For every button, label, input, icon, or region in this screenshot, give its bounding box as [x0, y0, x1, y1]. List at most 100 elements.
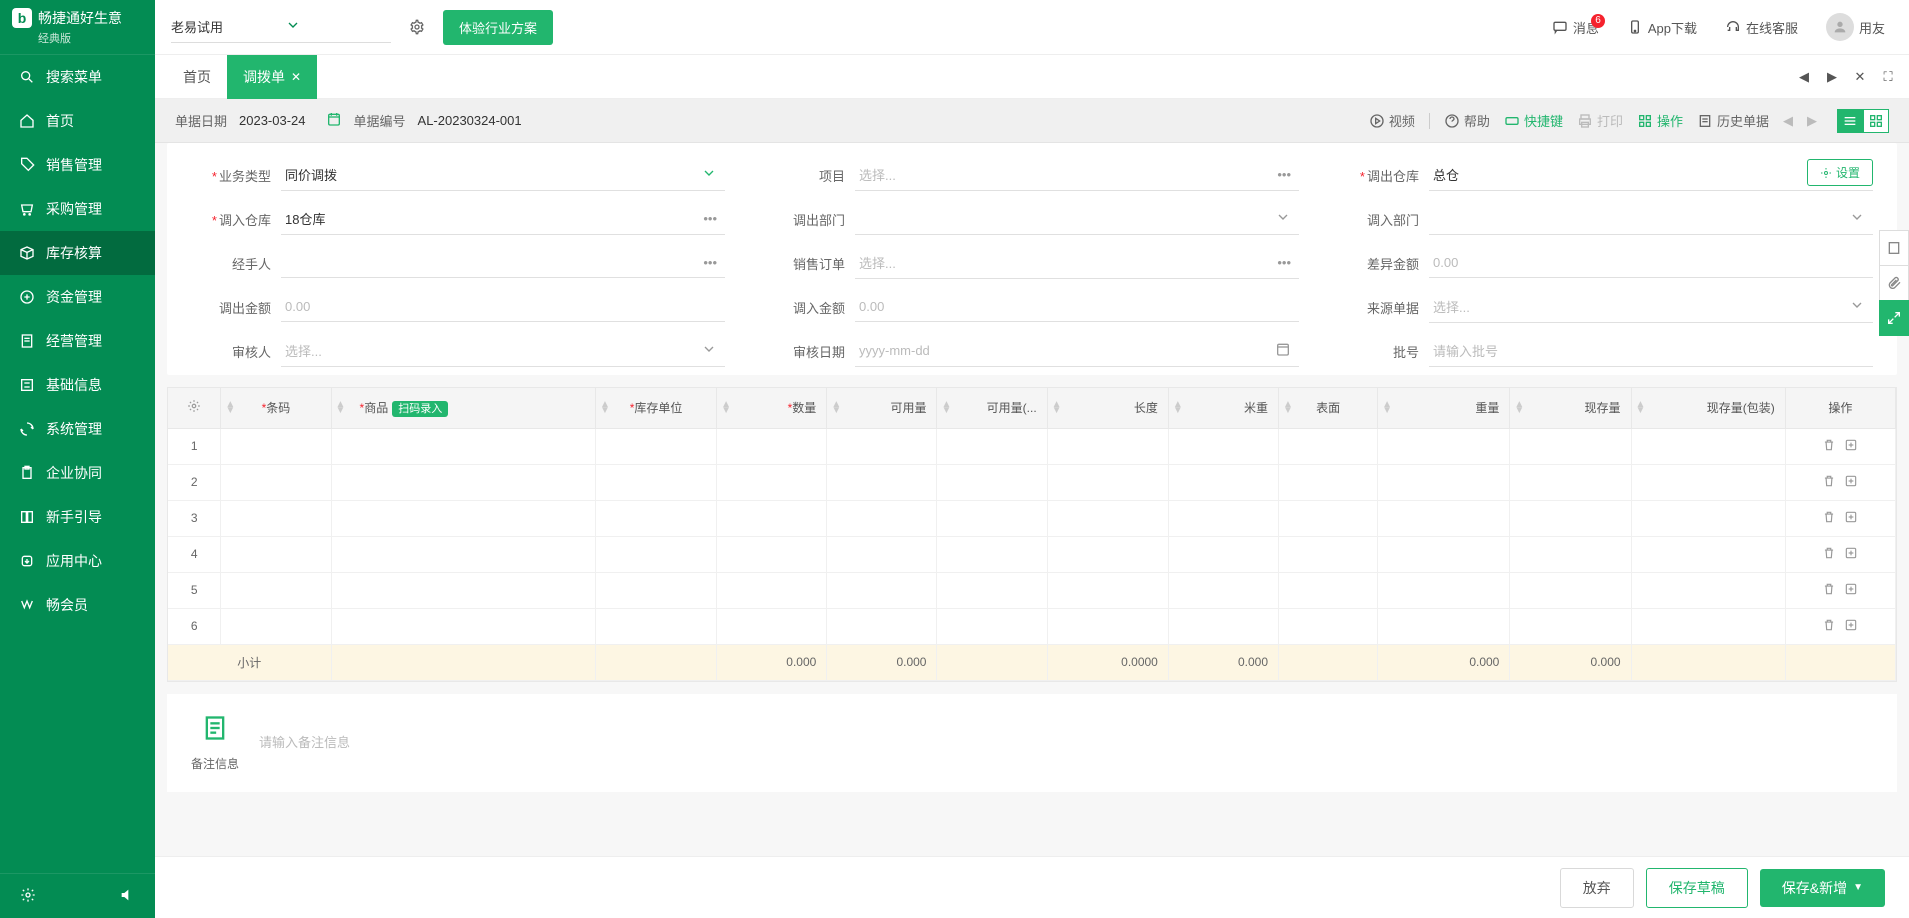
handler-select[interactable]: ••• [281, 248, 725, 278]
side-tab-form-icon[interactable] [1879, 230, 1909, 266]
view-list-icon[interactable] [1837, 109, 1863, 133]
nav-search[interactable]: 搜索菜单 [0, 55, 155, 99]
col-barcode[interactable]: ▲▼*条码 [221, 388, 331, 428]
volume-icon[interactable] [119, 887, 135, 906]
add-row-icon[interactable] [1844, 510, 1858, 527]
nav-guide[interactable]: 新手引导 [0, 495, 155, 539]
col-mweight[interactable]: ▲▼米重 [1168, 388, 1278, 428]
form-settings-button[interactable]: 设置 [1807, 159, 1873, 186]
table-row[interactable]: 2 [168, 464, 1896, 500]
remarks-input[interactable] [259, 727, 1873, 758]
in-dept-select[interactable] [1429, 203, 1873, 235]
col-avail-pkg[interactable]: ▲▼可用量(... [937, 388, 1047, 428]
sale-order-select[interactable]: 选择...••• [855, 247, 1299, 279]
tab-prev-icon[interactable]: ◀ [1791, 64, 1817, 90]
src-bill-select[interactable]: 选择... [1429, 291, 1873, 323]
nav-member[interactable]: 畅会员 [0, 583, 155, 627]
sale-order-placeholder: 选择... [859, 253, 1273, 272]
table-row[interactable]: 6 [168, 608, 1896, 644]
gear-icon[interactable] [20, 887, 36, 906]
nav-inventory[interactable]: 库存核算 [0, 231, 155, 275]
col-qty[interactable]: ▲▼*数量 [717, 388, 827, 428]
settings-gear-icon[interactable] [403, 13, 431, 41]
fullscreen-icon[interactable]: ⛶ [1875, 64, 1901, 90]
nav-sales[interactable]: 销售管理 [0, 143, 155, 187]
tab-transfer-bill[interactable]: 调拨单 ✕ [227, 55, 317, 99]
add-row-icon[interactable] [1844, 546, 1858, 563]
col-length[interactable]: ▲▼长度 [1047, 388, 1168, 428]
side-tab-attach-icon[interactable] [1879, 265, 1909, 301]
in-wh-select[interactable]: 18仓库••• [281, 203, 725, 235]
add-row-icon[interactable] [1844, 618, 1858, 635]
save-draft-button[interactable]: 保存草稿 [1646, 868, 1748, 908]
calendar-icon[interactable] [326, 111, 342, 130]
app-download-label: App下载 [1648, 18, 1697, 37]
close-icon[interactable]: ✕ [291, 55, 301, 99]
add-row-icon[interactable] [1844, 582, 1858, 599]
print-label: 打印 [1597, 111, 1623, 130]
save-new-button[interactable]: 保存&新增▼ [1760, 869, 1885, 907]
hotkey-button[interactable]: 快捷键 [1504, 111, 1563, 130]
video-button[interactable]: 视频 [1369, 111, 1415, 130]
side-tab-expand-icon[interactable] [1879, 300, 1909, 336]
next-bill-icon[interactable]: ▶ [1807, 113, 1817, 129]
tab-home[interactable]: 首页 [167, 55, 227, 99]
nav-home[interactable]: 首页 [0, 99, 155, 143]
biz-type-select[interactable]: 同价调拨 [281, 159, 725, 191]
bill-date-value[interactable]: 2023-03-24 [239, 113, 306, 128]
messages-button[interactable]: 消息 6 [1544, 18, 1607, 37]
prev-bill-icon[interactable]: ◀ [1783, 113, 1793, 129]
table-row[interactable]: 4 [168, 536, 1896, 572]
col-surface[interactable]: ▲▼表面 [1279, 388, 1378, 428]
col-product[interactable]: ▲▼*商品扫码录入 [331, 388, 595, 428]
col-avail[interactable]: ▲▼可用量 [827, 388, 937, 428]
operate-button[interactable]: 操作 [1637, 111, 1683, 130]
experience-button[interactable]: 体验行业方案 [443, 10, 553, 45]
delete-row-icon[interactable] [1822, 438, 1836, 455]
add-row-icon[interactable] [1844, 438, 1858, 455]
nav-collab[interactable]: 企业协同 [0, 451, 155, 495]
user-menu[interactable]: 用友 [1818, 13, 1893, 41]
col-settings-icon[interactable] [168, 388, 221, 428]
view-grid-icon[interactable] [1863, 109, 1889, 133]
project-select[interactable]: 选择...••• [855, 159, 1299, 191]
table-row[interactable]: 1 [168, 428, 1896, 464]
delete-row-icon[interactable] [1822, 618, 1836, 635]
print-button[interactable]: 打印 [1577, 111, 1623, 130]
delete-row-icon[interactable] [1822, 546, 1836, 563]
discard-button[interactable]: 放弃 [1560, 868, 1634, 908]
delete-row-icon[interactable] [1822, 510, 1836, 527]
tab-next-icon[interactable]: ▶ [1819, 64, 1845, 90]
online-service-button[interactable]: 在线客服 [1717, 18, 1806, 37]
col-weight[interactable]: ▲▼重量 [1378, 388, 1510, 428]
nav-system[interactable]: 系统管理 [0, 407, 155, 451]
delete-row-icon[interactable] [1822, 474, 1836, 491]
add-row-icon[interactable] [1844, 474, 1858, 491]
table-row[interactable]: 3 [168, 500, 1896, 536]
nav-purchase[interactable]: 采购管理 [0, 187, 155, 231]
nav-apps[interactable]: 应用中心 [0, 539, 155, 583]
auditor-select[interactable]: 选择... [281, 335, 725, 367]
box-icon [18, 244, 36, 262]
nav-fund[interactable]: 资金管理 [0, 275, 155, 319]
batch-input[interactable]: 请输入批号 [1429, 335, 1873, 367]
bill-code-label: 单据编号 [354, 111, 406, 130]
col-unit[interactable]: ▲▼*库存单位 [595, 388, 716, 428]
nav-biz[interactable]: 经营管理 [0, 319, 155, 363]
col-stock[interactable]: ▲▼现存量 [1510, 388, 1631, 428]
audit-date-input[interactable]: yyyy-mm-dd [855, 335, 1299, 367]
table-row[interactable]: 5 [168, 572, 1896, 608]
col-stock-pkg[interactable]: ▲▼现存量(包装) [1631, 388, 1785, 428]
chevron-down-icon [697, 165, 721, 184]
out-dept-select[interactable] [855, 203, 1299, 235]
tab-close-all-icon[interactable]: ✕ [1847, 64, 1873, 90]
app-download-button[interactable]: App下载 [1619, 18, 1705, 37]
history-button[interactable]: 历史单据 [1697, 111, 1769, 130]
nav-basic[interactable]: 基础信息 [0, 363, 155, 407]
delete-row-icon[interactable] [1822, 582, 1836, 599]
scan-button[interactable]: 扫码录入 [392, 401, 448, 417]
nav-label: 首页 [46, 111, 74, 131]
out-amt-label: 调出金额 [191, 298, 281, 317]
tenant-selector[interactable]: 老易试用 [171, 11, 391, 43]
help-button[interactable]: 帮助 [1444, 111, 1490, 130]
